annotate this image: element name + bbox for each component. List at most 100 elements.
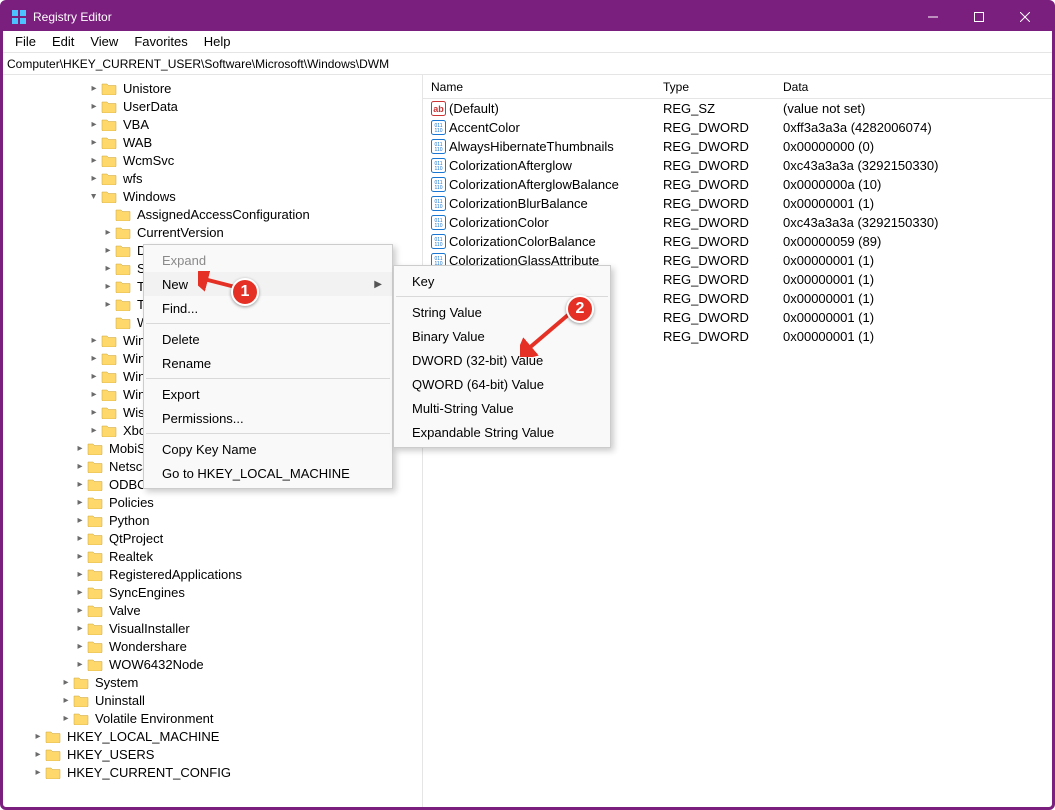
chevron-icon[interactable]: ▸ [73, 659, 87, 670]
chevron-icon[interactable]: ▸ [73, 479, 87, 490]
chevron-icon[interactable]: ▸ [73, 461, 87, 472]
tree-item[interactable]: ▸Volatile Environment [3, 709, 422, 727]
tree-item[interactable]: ▸Realtek [3, 547, 422, 565]
value-row[interactable]: 011110AlwaysHibernateThumbnailsREG_DWORD… [423, 137, 1052, 156]
tree-item[interactable]: ▸VBA [3, 115, 422, 133]
chevron-icon[interactable]: ▸ [73, 551, 87, 562]
chevron-icon[interactable]: ▸ [59, 695, 73, 706]
sub-multi-string[interactable]: Multi-String Value [394, 396, 610, 420]
tree-item[interactable]: ▸UserData [3, 97, 422, 115]
folder-icon [115, 207, 131, 221]
ctx-goto-hklm[interactable]: Go to HKEY_LOCAL_MACHINE [144, 461, 392, 485]
tree-item[interactable]: ▸HKEY_CURRENT_CONFIG [3, 763, 422, 781]
tree-item[interactable]: ▸wfs [3, 169, 422, 187]
chevron-icon[interactable] [101, 209, 115, 220]
address-bar[interactable]: Computer\HKEY_CURRENT_USER\Software\Micr… [3, 53, 1052, 75]
chevron-icon[interactable]: ▸ [31, 767, 45, 778]
value-row[interactable]: 011110ColorizationAfterglowREG_DWORD0xc4… [423, 156, 1052, 175]
ctx-new[interactable]: New ▶ [144, 272, 392, 296]
chevron-icon[interactable]: ▸ [59, 677, 73, 688]
tree-item[interactable]: ▸CurrentVersion [3, 223, 422, 241]
tree-item[interactable]: ▸HKEY_LOCAL_MACHINE [3, 727, 422, 745]
chevron-icon[interactable]: ▸ [87, 173, 101, 184]
ctx-find[interactable]: Find... [144, 296, 392, 320]
chevron-icon[interactable]: ▸ [73, 443, 87, 454]
value-row[interactable]: 011110ColorizationAfterglowBalanceREG_DW… [423, 175, 1052, 194]
chevron-icon[interactable]: ▸ [87, 137, 101, 148]
menu-file[interactable]: File [7, 33, 44, 50]
col-data[interactable]: Data [783, 80, 1052, 94]
ctx-copy-key-name[interactable]: Copy Key Name [144, 437, 392, 461]
ctx-permissions[interactable]: Permissions... [144, 406, 392, 430]
tree-item[interactable]: ▸Uninstall [3, 691, 422, 709]
ctx-delete[interactable]: Delete [144, 327, 392, 351]
chevron-icon[interactable]: ▸ [73, 569, 87, 580]
tree-item[interactable]: ▸Python [3, 511, 422, 529]
tree-item[interactable]: ▸Windows [3, 187, 422, 205]
value-row[interactable]: ab(Default)REG_SZ(value not set) [423, 99, 1052, 118]
value-row[interactable]: 011110ColorizationBlurBalanceREG_DWORD0x… [423, 194, 1052, 213]
tree-item[interactable]: ▸QtProject [3, 529, 422, 547]
chevron-icon[interactable]: ▸ [87, 407, 101, 418]
value-row[interactable]: 011110ColorizationColorREG_DWORD0xc43a3a… [423, 213, 1052, 232]
ctx-rename[interactable]: Rename [144, 351, 392, 375]
minimize-button[interactable] [910, 3, 956, 31]
chevron-icon[interactable]: ▸ [87, 353, 101, 364]
sub-binary[interactable]: Binary Value [394, 324, 610, 348]
chevron-icon[interactable]: ▸ [87, 83, 101, 94]
sub-dword[interactable]: DWORD (32-bit) Value [394, 348, 610, 372]
chevron-icon[interactable]: ▸ [101, 299, 115, 310]
value-data: 0xff3a3a3a (4282006074) [783, 120, 1052, 135]
chevron-icon[interactable]: ▸ [87, 425, 101, 436]
chevron-icon[interactable]: ▸ [87, 371, 101, 382]
sub-key[interactable]: Key [394, 269, 610, 293]
close-button[interactable] [1002, 3, 1048, 31]
ctx-export[interactable]: Export [144, 382, 392, 406]
sub-expandable-string[interactable]: Expandable String Value [394, 420, 610, 444]
tree-item[interactable]: AssignedAccessConfiguration [3, 205, 422, 223]
value-row[interactable]: 011110ColorizationColorBalanceREG_DWORD0… [423, 232, 1052, 251]
chevron-icon[interactable]: ▸ [73, 533, 87, 544]
tree-item[interactable]: ▸SyncEngines [3, 583, 422, 601]
chevron-icon[interactable]: ▸ [101, 245, 115, 256]
tree-item[interactable]: ▸VisualInstaller [3, 619, 422, 637]
menu-favorites[interactable]: Favorites [126, 33, 195, 50]
chevron-icon[interactable]: ▸ [73, 587, 87, 598]
tree-item[interactable]: ▸Valve [3, 601, 422, 619]
chevron-icon[interactable]: ▸ [73, 497, 87, 508]
tree-item[interactable]: ▸Wondershare [3, 637, 422, 655]
menu-view[interactable]: View [82, 33, 126, 50]
chevron-icon[interactable]: ▸ [73, 623, 87, 634]
chevron-icon[interactable]: ▸ [31, 749, 45, 760]
tree-item[interactable]: ▸System [3, 673, 422, 691]
tree-item[interactable]: ▸Policies [3, 493, 422, 511]
tree-item[interactable]: ▸HKEY_USERS [3, 745, 422, 763]
chevron-icon[interactable]: ▸ [87, 335, 101, 346]
chevron-icon[interactable]: ▸ [101, 281, 115, 292]
chevron-icon[interactable]: ▸ [87, 101, 101, 112]
tree-item[interactable]: ▸WAB [3, 133, 422, 151]
tree-item[interactable]: ▸WOW6432Node [3, 655, 422, 673]
tree-item[interactable]: ▸WcmSvc [3, 151, 422, 169]
chevron-icon[interactable]: ▸ [101, 227, 115, 238]
chevron-icon[interactable] [101, 317, 115, 328]
tree-item[interactable]: ▸RegisteredApplications [3, 565, 422, 583]
col-type[interactable]: Type [663, 80, 783, 94]
chevron-icon[interactable]: ▸ [87, 389, 101, 400]
chevron-icon[interactable]: ▸ [101, 263, 115, 274]
sub-qword[interactable]: QWORD (64-bit) Value [394, 372, 610, 396]
value-row[interactable]: 011110AccentColorREG_DWORD0xff3a3a3a (42… [423, 118, 1052, 137]
chevron-icon[interactable]: ▸ [73, 515, 87, 526]
chevron-icon[interactable]: ▸ [87, 119, 101, 130]
chevron-icon[interactable]: ▸ [87, 191, 101, 202]
chevron-icon[interactable]: ▸ [59, 713, 73, 724]
chevron-icon[interactable]: ▸ [31, 731, 45, 742]
menu-edit[interactable]: Edit [44, 33, 82, 50]
tree-item[interactable]: ▸Unistore [3, 79, 422, 97]
menu-help[interactable]: Help [196, 33, 239, 50]
maximize-button[interactable] [956, 3, 1002, 31]
chevron-icon[interactable]: ▸ [73, 605, 87, 616]
chevron-icon[interactable]: ▸ [87, 155, 101, 166]
chevron-icon[interactable]: ▸ [73, 641, 87, 652]
col-name[interactable]: Name [431, 80, 663, 94]
